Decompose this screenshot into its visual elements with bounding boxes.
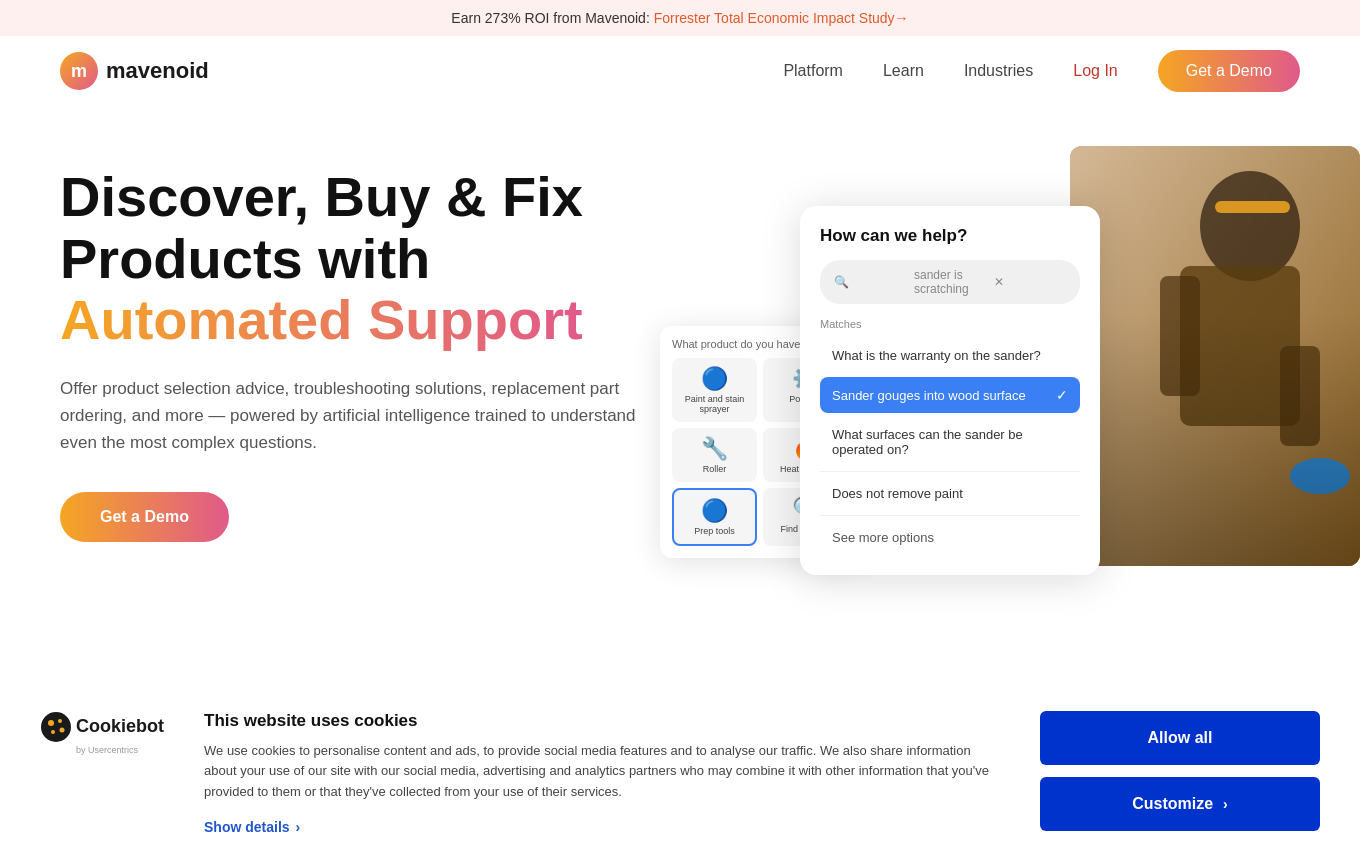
cookie-banner: Cookiebot by Usercentrics This website u…	[0, 687, 1360, 706]
svg-rect-6	[1215, 201, 1290, 213]
product-label: Roller	[676, 464, 753, 474]
cookie-overlay: Cookiebot by Usercentrics This website u…	[0, 687, 1360, 706]
hero-title-line1: Discover, Buy & Fix	[60, 165, 583, 228]
search-icon: 🔍	[834, 275, 906, 289]
chat-title: How can we help?	[820, 226, 1080, 246]
chat-option-gouges-text: Sander gouges into wood surface	[832, 388, 1026, 403]
nav-platform[interactable]: Platform	[783, 62, 843, 80]
svg-rect-4	[1280, 346, 1320, 446]
hero-title-line2: Products with	[60, 227, 430, 290]
product-roller[interactable]: 🔧 Roller	[672, 428, 757, 482]
svg-point-1	[1200, 171, 1300, 281]
chat-search-text: sander is scratching	[914, 268, 986, 296]
craftsman-photo	[1070, 146, 1360, 566]
navbar: m mavenoid Platform Learn Industries Log…	[0, 36, 1360, 106]
top-banner: Earn 273% ROI from Mavenoid: Forrester T…	[0, 0, 1360, 36]
check-icon: ✓	[1056, 387, 1068, 403]
clear-icon[interactable]: ✕	[994, 275, 1066, 289]
svg-point-5	[1290, 458, 1350, 494]
product-prep-tools[interactable]: 🔵 Prep tools	[672, 488, 757, 546]
banner-link[interactable]: Forrester Total Economic Impact Study→	[654, 10, 909, 26]
hero-title: Discover, Buy & Fix Products with Automa…	[60, 166, 680, 351]
chat-search-bar[interactable]: 🔍 sander is scratching ✕	[820, 260, 1080, 304]
chat-matches-label: Matches	[820, 318, 1080, 330]
hero-section: Discover, Buy & Fix Products with Automa…	[0, 106, 1360, 706]
chat-option-warranty[interactable]: What is the warranty on the sander?	[820, 338, 1080, 373]
nav-industries[interactable]: Industries	[964, 62, 1033, 80]
svg-rect-3	[1160, 276, 1200, 396]
nav-login[interactable]: Log In	[1073, 62, 1117, 80]
logo-text: mavenoid	[106, 58, 209, 84]
paint-sprayer-icon: 🔵	[676, 366, 753, 392]
product-label: Paint and stain sprayer	[676, 394, 753, 414]
chat-panel: How can we help? 🔍 sander is scratching …	[800, 206, 1100, 575]
hero-right: What product do you have? 🔵 Paint and st…	[680, 146, 1300, 696]
nav-links: Platform Learn Industries Log In Get a D…	[783, 50, 1300, 92]
nav-learn[interactable]: Learn	[883, 62, 924, 80]
chat-option-gouges[interactable]: Sander gouges into wood surface ✓	[820, 377, 1080, 413]
hero-left: Discover, Buy & Fix Products with Automa…	[60, 146, 680, 542]
hero-visuals: What product do you have? 🔵 Paint and st…	[680, 146, 1300, 696]
logo-icon: m	[60, 52, 98, 90]
hero-subtitle: Offer product selection advice, troubles…	[60, 375, 640, 457]
craftsman-silhouette	[1070, 146, 1360, 566]
product-label: Prep tools	[678, 526, 751, 536]
banner-text: Earn 273% ROI from Mavenoid:	[451, 10, 653, 26]
logo[interactable]: m mavenoid	[60, 52, 209, 90]
chat-option-paint[interactable]: Does not remove paint	[820, 476, 1080, 511]
nav-demo-button[interactable]: Get a Demo	[1158, 50, 1300, 92]
chat-option-surfaces[interactable]: What surfaces can the sander be operated…	[820, 417, 1080, 467]
hero-title-gradient: Automated Support	[60, 288, 583, 351]
chat-see-more[interactable]: See more options	[820, 520, 1080, 555]
chat-separator-2	[820, 515, 1080, 516]
product-paint-sprayer[interactable]: 🔵 Paint and stain sprayer	[672, 358, 757, 422]
prep-tools-icon: 🔵	[678, 498, 751, 524]
roller-icon: 🔧	[676, 436, 753, 462]
hero-cta-button[interactable]: Get a Demo	[60, 492, 229, 542]
chat-separator	[820, 471, 1080, 472]
